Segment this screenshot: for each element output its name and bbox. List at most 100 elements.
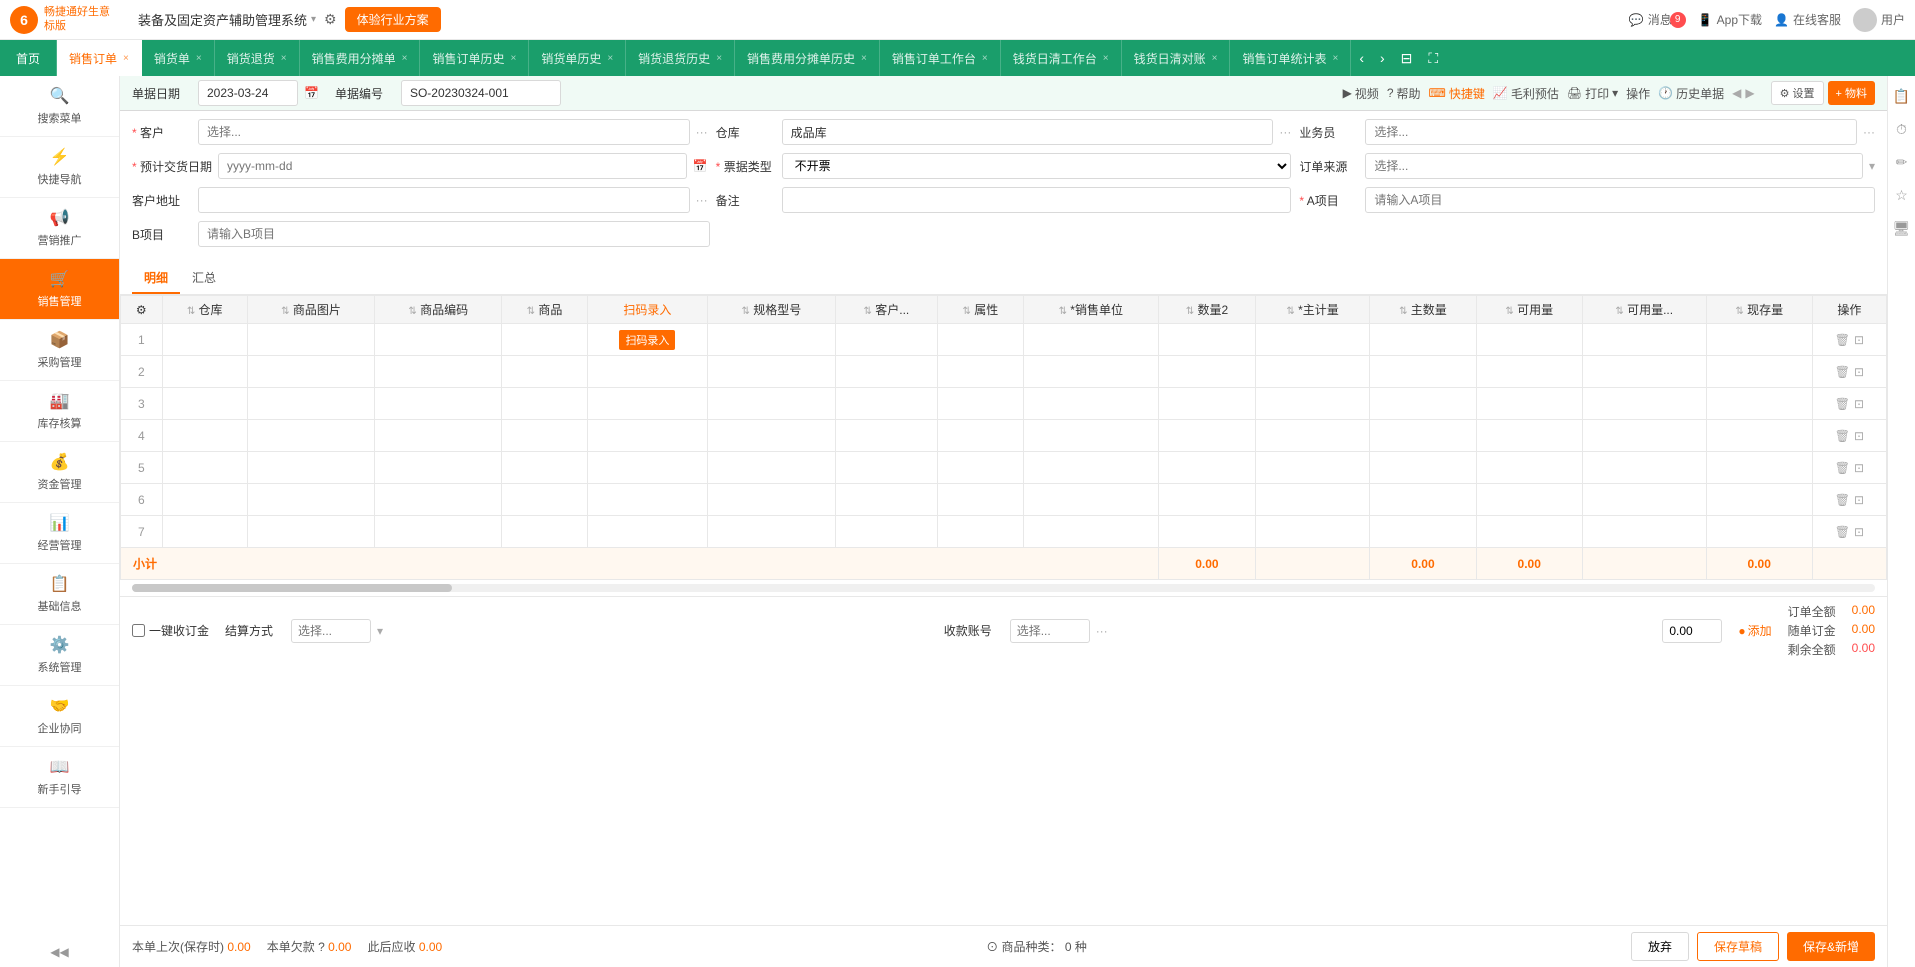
cell-main-qty-2[interactable] [1370, 356, 1476, 388]
tab-sales-goods[interactable]: 销货单 × [142, 40, 215, 76]
single-date-input[interactable] [198, 80, 298, 106]
settlement-input[interactable] [291, 619, 371, 643]
right-panel-screen-icon[interactable]: 🖥 [1889, 216, 1915, 241]
cell-main-unit-1[interactable] [1255, 324, 1369, 356]
discard-button[interactable]: 放弃 [1631, 932, 1689, 961]
sidebar-item-sales[interactable]: 🛒 销售管理 [0, 259, 119, 320]
copy-icon-5[interactable]: ⊡ [1854, 461, 1864, 475]
tab-sales-expense[interactable]: 销售费用分摊单 × [300, 40, 421, 76]
sidebar-item-basic-info[interactable]: 📋 基础信息 [0, 564, 119, 625]
copy-icon-1[interactable]: ⊡ [1854, 333, 1864, 347]
copy-icon-6[interactable]: ⊡ [1854, 493, 1864, 507]
cell-qty2-1[interactable] [1158, 324, 1255, 356]
col-available[interactable]: ⇅ 可用量 [1476, 296, 1582, 324]
delivery-calendar-icon[interactable]: 📅 [693, 159, 708, 173]
tab-close-icon[interactable]: × [607, 53, 613, 64]
account-input[interactable] [1010, 619, 1090, 643]
settings-button[interactable]: ⚙ 设置 [1771, 81, 1824, 105]
cell-code-2[interactable] [375, 356, 502, 388]
scan-button-1[interactable]: 扫码录入 [619, 330, 675, 350]
salesman-input[interactable] [1365, 119, 1857, 145]
col-main-qty[interactable]: ⇅ 主数量 [1370, 296, 1476, 324]
remark-input[interactable] [782, 187, 1292, 213]
tab-close-icon[interactable]: × [1332, 53, 1338, 64]
order-source-arrow[interactable]: ▾ [1869, 159, 1875, 173]
sidebar-collapse-button[interactable]: ◀◀ [0, 937, 119, 967]
add-payment-button[interactable]: ● 添加 [1738, 622, 1771, 639]
tab-sales-order[interactable]: 销售订单 × [57, 40, 142, 76]
one-click-checkbox[interactable] [132, 624, 145, 637]
invoice-type-select[interactable]: 不开票 增值税普通发票 增值税专用发票 [782, 153, 1292, 179]
account-expand-icon[interactable]: ··· [1096, 624, 1108, 638]
settlement-arrow[interactable]: ▾ [377, 624, 383, 638]
gear-icon[interactable]: ⚙ [324, 11, 337, 28]
tab-close-icon[interactable]: × [196, 53, 202, 64]
history-button[interactable]: 🕐 历史单据 [1658, 85, 1724, 102]
tab-home[interactable]: 首页 [0, 40, 57, 76]
address-expand-icon[interactable]: ··· [696, 193, 708, 207]
calendar-icon[interactable]: 📅 [304, 86, 319, 100]
tab-close-icon[interactable]: × [861, 53, 867, 64]
cell-main-qty-1[interactable] [1370, 324, 1476, 356]
right-panel-edit-icon[interactable]: ✏ [1892, 150, 1912, 175]
customer-expand-icon[interactable]: ··· [696, 125, 708, 139]
sidebar-item-marketing[interactable]: 📢 营销推广 [0, 198, 119, 259]
delete-icon-5[interactable]: 🗑 [1835, 461, 1850, 475]
deposit-amount-input[interactable] [1662, 619, 1722, 643]
right-panel-history-icon[interactable]: ⏱ [1892, 117, 1911, 142]
copy-icon-7[interactable]: ⊡ [1854, 525, 1864, 539]
shortcut-button[interactable]: ⌨ 快捷键 [1429, 85, 1485, 102]
tab-expense-history[interactable]: 销售费用分摊单历史 × [735, 40, 880, 76]
chevron-down-icon[interactable]: ▾ [311, 14, 316, 25]
add-product-button[interactable]: + 物料 [1828, 81, 1876, 105]
col-qty2[interactable]: ⇅ 数量2 [1158, 296, 1255, 324]
col-warehouse[interactable]: ⇅ 仓库 [162, 296, 247, 324]
save-new-button[interactable]: 保存&新增 [1787, 932, 1875, 961]
right-panel-table-icon[interactable]: 📋 [1889, 84, 1914, 109]
col-main-unit[interactable]: ⇅ *主计量 [1255, 296, 1369, 324]
delete-icon-6[interactable]: 🗑 [1835, 493, 1850, 507]
cell-attr-2[interactable] [938, 356, 1023, 388]
cell-main-unit-2[interactable] [1255, 356, 1369, 388]
tab-return-history[interactable]: 销货退货历史 × [626, 40, 735, 76]
delete-icon-4[interactable]: 🗑 [1835, 429, 1850, 443]
tab-fullscreen-button[interactable]: ⛶ [1420, 50, 1446, 67]
tab-close-icon[interactable]: × [1212, 53, 1218, 64]
sidebar-item-search[interactable]: 🔍 搜索菜单 [0, 76, 119, 137]
tab-close-icon[interactable]: × [510, 53, 516, 64]
cell-attr-1[interactable] [938, 324, 1023, 356]
salesman-expand-icon[interactable]: ··· [1863, 125, 1875, 139]
col-attr[interactable]: ⇅ 属性 [938, 296, 1023, 324]
tab-close-icon[interactable]: × [1103, 53, 1109, 64]
sidebar-item-finance[interactable]: 💰 资金管理 [0, 442, 119, 503]
tab-close-icon[interactable]: × [123, 53, 129, 64]
cell-product-1[interactable] [502, 324, 587, 356]
tab-more-button[interactable]: ⊟ [1393, 50, 1421, 67]
tab-close-icon[interactable]: × [982, 53, 988, 64]
delete-icon-7[interactable]: 🗑 [1835, 525, 1850, 539]
tab-daily-reconcile[interactable]: 钱货日清对账 × [1122, 40, 1231, 76]
tab-close-icon[interactable]: × [281, 53, 287, 64]
a-project-input[interactable] [1365, 187, 1875, 213]
message-button[interactable]: 💬 消息 9 [1629, 11, 1686, 28]
scroll-thumb[interactable] [132, 584, 452, 592]
delete-icon-2[interactable]: 🗑 [1835, 365, 1850, 379]
cell-scan-1[interactable]: 扫码录入 [587, 324, 708, 356]
tab-daily-workbench[interactable]: 钱货日清工作台 × [1001, 40, 1122, 76]
cell-qty2-2[interactable] [1158, 356, 1255, 388]
col-settings[interactable]: ⚙ [121, 296, 163, 324]
tab-goods-history[interactable]: 销货单历史 × [529, 40, 626, 76]
address-input[interactable] [198, 187, 690, 213]
warehouse-input[interactable] [782, 119, 1274, 145]
preview-button[interactable]: ▶ 视频 [1343, 85, 1379, 102]
customer-input[interactable] [198, 119, 690, 145]
sidebar-item-guide[interactable]: 📖 新手引导 [0, 747, 119, 808]
tab-sales-return[interactable]: 销货退货 × [215, 40, 300, 76]
col-available2[interactable]: ⇅ 可用量... [1582, 296, 1706, 324]
tab-summary[interactable]: 汇总 [180, 263, 228, 294]
col-spec[interactable]: ⇅ 规格型号 [708, 296, 835, 324]
cell-customer-1[interactable] [835, 324, 938, 356]
profit-button[interactable]: 📈 毛利预估 [1493, 85, 1559, 102]
delete-icon-3[interactable]: 🗑 [1835, 397, 1850, 411]
tab-sales-stats[interactable]: 销售订单统计表 × [1230, 40, 1351, 76]
